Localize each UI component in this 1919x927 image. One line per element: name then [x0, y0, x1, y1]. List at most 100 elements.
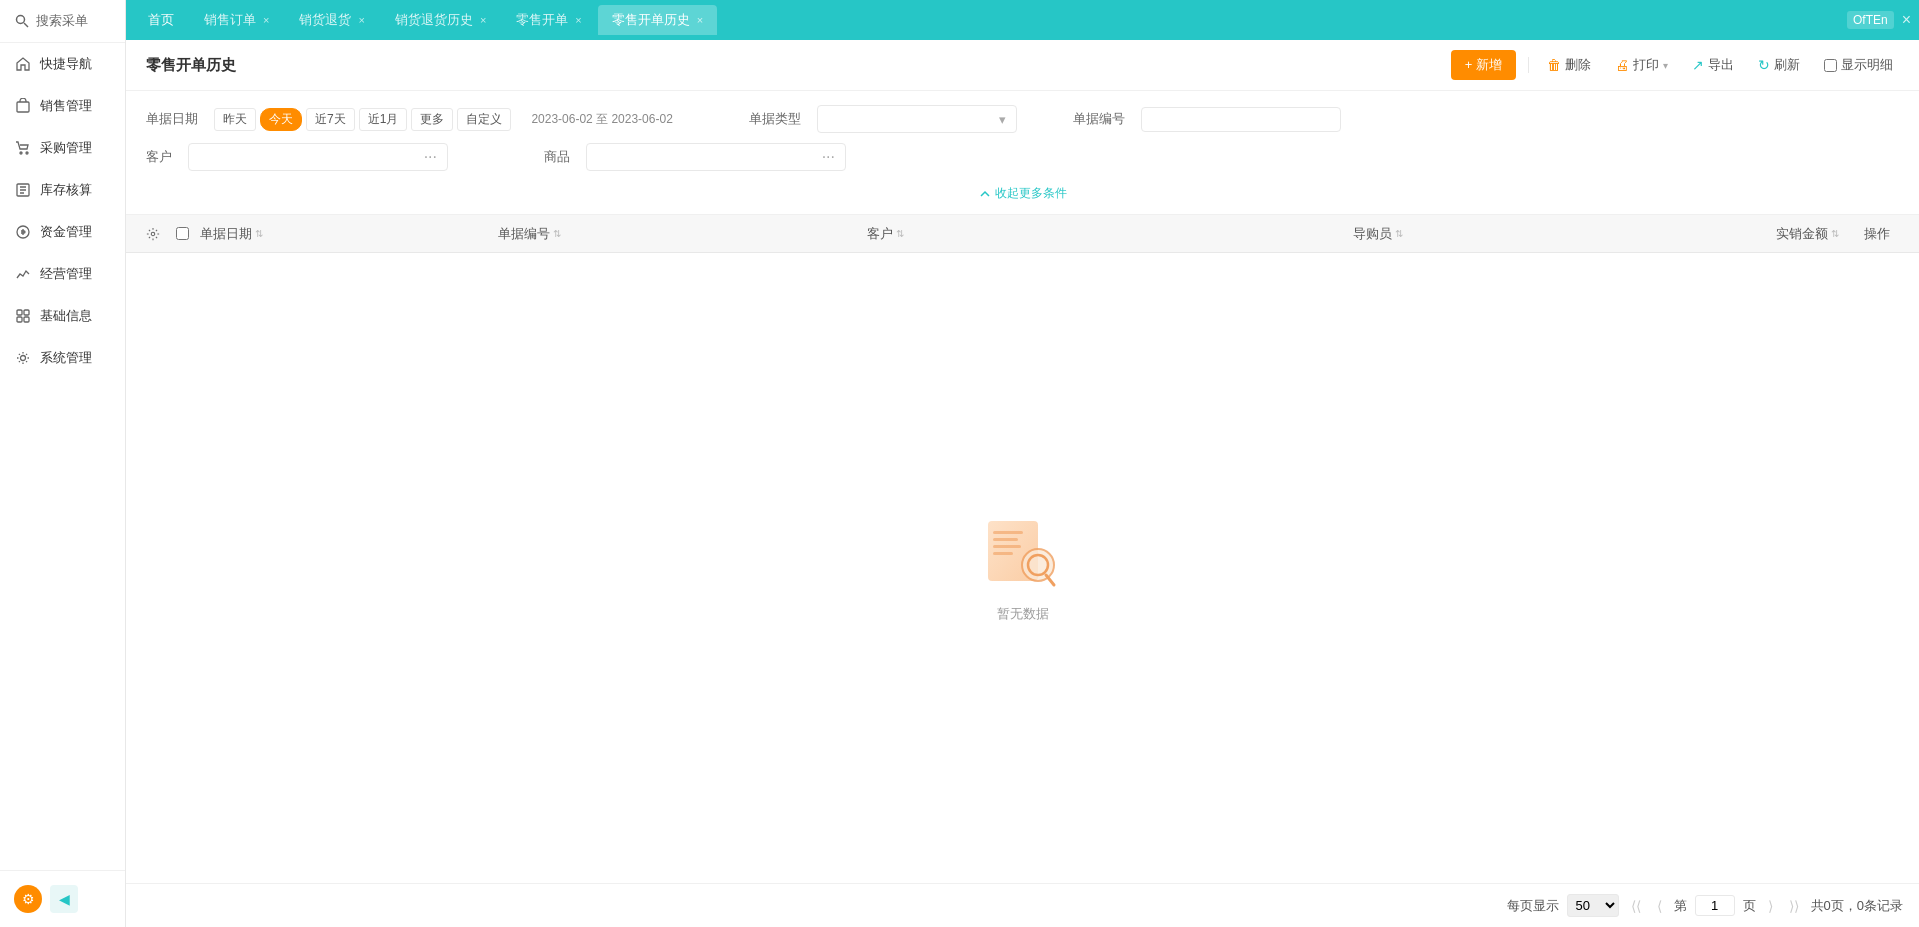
collapse-sidebar-button[interactable]: ◀ [50, 885, 78, 913]
sort-guide-icon[interactable]: ⇅ [1395, 228, 1403, 239]
sidebar-item-operations[interactable]: 经营管理 [0, 253, 125, 295]
sort-date-icon[interactable]: ⇅ [255, 228, 263, 239]
goods-dots[interactable]: ··· [822, 148, 835, 166]
sidebar-item-inventory[interactable]: 库存核算 [0, 169, 125, 211]
tab-retail-history-close[interactable]: × [697, 14, 703, 26]
th-date-label: 单据日期 [200, 225, 252, 243]
customer-label: 客户 [146, 148, 172, 166]
sidebar-item-label: 销售管理 [40, 97, 92, 115]
th-settings[interactable] [138, 226, 168, 242]
refresh-button[interactable]: ↻ 刷新 [1752, 52, 1806, 78]
tab-sales-order[interactable]: 销售订单 × [190, 5, 283, 35]
goods-input[interactable]: ··· [586, 143, 846, 171]
last-page-button[interactable]: ⟩⟩ [1785, 896, 1803, 916]
sidebar-item-finance[interactable]: 资金管理 [0, 211, 125, 253]
display-checkbox[interactable] [1824, 59, 1837, 72]
date-btn-custom[interactable]: 自定义 [457, 108, 511, 131]
refresh-label: 刷新 [1774, 56, 1800, 74]
tab-sales-return-close[interactable]: × [358, 14, 364, 26]
sales-icon [14, 97, 32, 115]
date-btn-last7[interactable]: 近7天 [306, 108, 355, 131]
svg-point-12 [151, 232, 155, 236]
dropdown-arrow-icon: ▾ [999, 112, 1006, 127]
th-num-label: 单据编号 [498, 225, 550, 243]
sidebar-item-label: 基础信息 [40, 307, 92, 325]
select-all-checkbox[interactable] [176, 227, 189, 240]
sidebar-item-basic-info[interactable]: 基础信息 [0, 295, 125, 337]
customer-input[interactable]: ··· [188, 143, 448, 171]
sidebar-item-sales[interactable]: 销售管理 [0, 85, 125, 127]
tab-sales-return-history-close[interactable]: × [480, 14, 486, 26]
per-page-select[interactable]: 50 10 20 100 [1567, 894, 1619, 917]
sidebar-item-quick-nav[interactable]: 快捷导航 [0, 43, 125, 85]
svg-point-3 [20, 152, 22, 154]
th-op: 操作 [1847, 225, 1907, 243]
customer-dots[interactable]: ··· [424, 148, 437, 166]
tab-sales-return-history[interactable]: 销货退货历史 × [381, 5, 500, 35]
basic-info-icon [14, 307, 32, 325]
tab-retail-open[interactable]: 零售开单 × [502, 5, 595, 35]
svg-rect-7 [17, 310, 22, 315]
svg-rect-15 [993, 538, 1018, 541]
th-num[interactable]: 单据编号 ⇅ [490, 225, 859, 243]
per-page-label: 每页显示 [1507, 897, 1559, 915]
date-label: 单据日期 [146, 110, 198, 128]
svg-rect-16 [993, 545, 1021, 548]
export-icon: ↗ [1692, 57, 1704, 73]
tab-bar-right: OfTEn × [1847, 11, 1911, 29]
delete-button[interactable]: 🗑 删除 [1541, 52, 1597, 78]
tab-sales-return-history-label: 销货退货历史 [395, 11, 473, 29]
sidebar-item-purchase[interactable]: 采购管理 [0, 127, 125, 169]
tab-sales-order-close[interactable]: × [263, 14, 269, 26]
sort-num-icon[interactable]: ⇅ [553, 228, 561, 239]
add-button[interactable]: + 新增 [1451, 50, 1516, 80]
date-btn-today[interactable]: 今天 [260, 108, 302, 131]
display-button[interactable]: 显示明细 [1818, 52, 1899, 78]
export-button[interactable]: ↗ 导出 [1686, 52, 1740, 78]
sidebar-item-system[interactable]: 系统管理 [0, 337, 125, 379]
th-checkbox[interactable] [168, 227, 192, 240]
gear-button[interactable]: ⚙ [14, 885, 42, 913]
sidebar-search[interactable]: 搜索采单 [0, 0, 125, 43]
table-body: 暂无数据 [126, 253, 1919, 883]
th-customer[interactable]: 客户 ⇅ [859, 225, 1345, 243]
svg-rect-9 [17, 317, 22, 322]
first-page-button[interactable]: ⟨⟨ [1627, 896, 1645, 916]
next-page-button[interactable]: ⟩ [1764, 896, 1777, 916]
delete-icon: 🗑 [1547, 57, 1561, 73]
date-btn-more[interactable]: 更多 [411, 108, 453, 131]
doc-num-input[interactable] [1141, 107, 1341, 132]
th-date[interactable]: 单据日期 ⇅ [192, 225, 490, 243]
th-guide[interactable]: 导购员 ⇅ [1345, 225, 1596, 243]
collapse-more-btn[interactable]: 收起更多条件 [146, 181, 1899, 206]
tab-bar: 首页 销售订单 × 销货退货 × 销货退货历史 × 零售开单 × 零售开单历史 … [126, 0, 1919, 40]
window-close-button[interactable]: × [1902, 11, 1911, 29]
page-number-input[interactable] [1695, 895, 1735, 916]
date-btn-last-month[interactable]: 近1月 [359, 108, 408, 131]
date-btn-yesterday[interactable]: 昨天 [214, 108, 256, 131]
sort-customer-icon[interactable]: ⇅ [896, 228, 904, 239]
tab-retail-history[interactable]: 零售开单历史 × [598, 5, 717, 35]
tab-home[interactable]: 首页 [134, 5, 188, 35]
collapse-label: 收起更多条件 [995, 185, 1067, 202]
th-amount[interactable]: 实销金额 ⇅ [1596, 225, 1847, 243]
print-button[interactable]: 🖨 打印 ▾ [1609, 52, 1674, 78]
svg-rect-8 [24, 310, 29, 315]
goods-label: 商品 [544, 148, 570, 166]
sort-amount-icon[interactable]: ⇅ [1831, 228, 1839, 239]
prev-page-button[interactable]: ⟨ [1653, 896, 1666, 916]
doc-type-select[interactable]: ▾ [817, 105, 1017, 133]
page-title: 零售开单历史 [146, 56, 236, 75]
filter-area: 单据日期 昨天 今天 近7天 近1月 更多 自定义 2023-06-02 至 2… [126, 91, 1919, 215]
main-area: 首页 销售订单 × 销货退货 × 销货退货历史 × 零售开单 × 零售开单历史 … [126, 0, 1919, 927]
th-customer-label: 客户 [867, 225, 893, 243]
svg-rect-2 [17, 102, 29, 112]
tab-retail-open-label: 零售开单 [516, 11, 568, 29]
tab-sales-return[interactable]: 销货退货 × [285, 5, 378, 35]
sidebar-item-label: 经营管理 [40, 265, 92, 283]
print-dropdown-icon[interactable]: ▾ [1663, 60, 1668, 71]
page-label-suffix: 页 [1743, 897, 1756, 915]
tab-retail-open-close[interactable]: × [575, 14, 581, 26]
purchase-icon [14, 139, 32, 157]
filter-row-1: 单据日期 昨天 今天 近7天 近1月 更多 自定义 2023-06-02 至 2… [146, 105, 1899, 133]
